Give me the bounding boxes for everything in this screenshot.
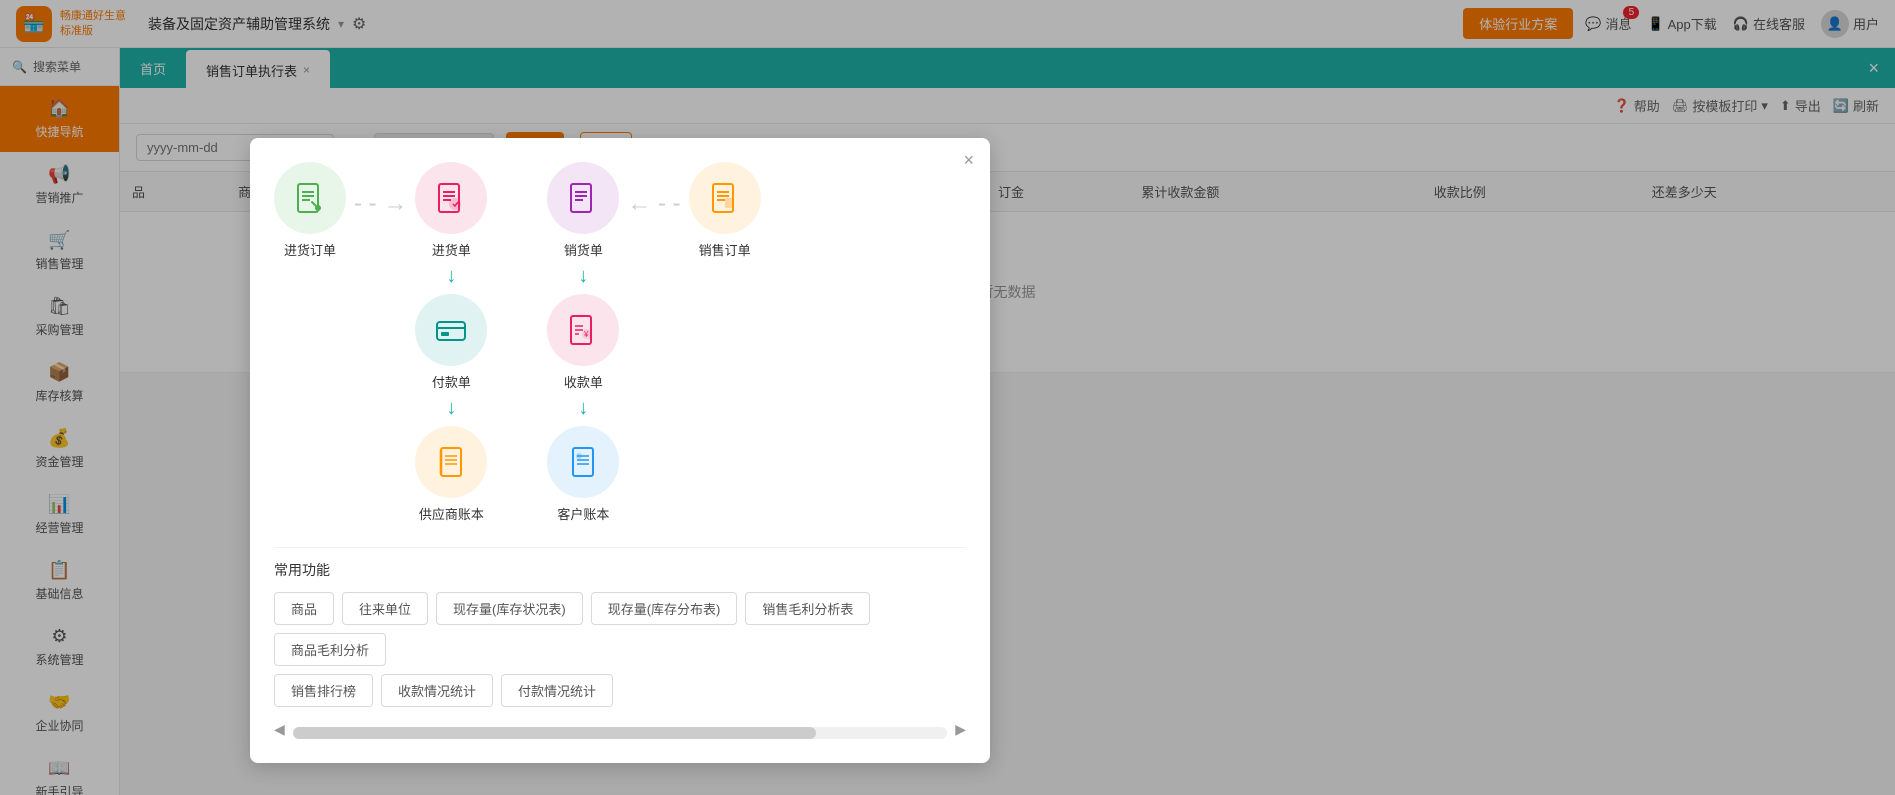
panel-scrollbar-thumb xyxy=(293,727,817,739)
common-functions-title: 常用功能 xyxy=(274,560,966,580)
panel-scrollbar[interactable] xyxy=(293,727,947,739)
flow-node-purchase-order: 进货订单 xyxy=(274,162,346,259)
payment-label: 付款单 xyxy=(432,372,471,391)
func-btn-payment-stat[interactable]: 付款情况统计 xyxy=(501,674,613,707)
supplier-ledger-label: 供应商账本 xyxy=(419,504,484,523)
supplier-ledger-circle xyxy=(415,426,487,498)
func-btn-receipt-stat[interactable]: 收款情况统计 xyxy=(381,674,493,707)
payment-circle xyxy=(415,294,487,366)
scroll-left-arrow[interactable]: ◀ xyxy=(274,721,285,738)
scroll-right-arrow[interactable]: ▶ xyxy=(955,721,966,738)
receipt-label: 收款单 xyxy=(564,372,603,391)
customer-ledger-label: 客户账本 xyxy=(557,504,609,523)
flow-node-supplier-ledger: 供应商账本 xyxy=(415,426,487,523)
sales-bill-label: 销货单 xyxy=(564,240,603,259)
close-panel-button[interactable]: × xyxy=(963,150,974,171)
section-divider xyxy=(274,547,966,548)
func-buttons-row1: 商品 往来单位 现存量(库存状况表) 现存量(库存分布表) 销售毛利分析表 商品… xyxy=(274,592,966,666)
flow-node-sales-bill: 销货单 xyxy=(547,162,619,259)
flow-node-customer-ledger: 客户账本 xyxy=(547,426,619,523)
func-btn-stock-dist[interactable]: 现存量(库存分布表) xyxy=(591,592,738,625)
arrow-h1: - - → xyxy=(346,190,415,218)
purchase-bill-circle xyxy=(415,162,487,234)
customer-ledger-circle xyxy=(547,426,619,498)
sales-bill-circle xyxy=(547,162,619,234)
arrow-v4: ↓ xyxy=(578,397,588,420)
panel-scroll-container: ◀ ▶ xyxy=(274,719,966,739)
flow-node-receipt: ¥ 收款单 xyxy=(547,294,619,391)
func-btn-sales-rank[interactable]: 销售排行榜 xyxy=(274,674,373,707)
purchase-bill-label: 进货单 xyxy=(432,240,471,259)
arrow-v3: ↓ xyxy=(578,265,588,288)
func-btn-product[interactable]: 商品 xyxy=(274,592,334,625)
purchase-order-label: 进货订单 xyxy=(284,240,336,259)
func-btn-product-margin[interactable]: 商品毛利分析 xyxy=(274,633,386,666)
flow-node-payment: 付款单 xyxy=(415,294,487,391)
func-btn-sales-margin[interactable]: 销售毛利分析表 xyxy=(745,592,870,625)
func-btn-unit[interactable]: 往来单位 xyxy=(342,592,428,625)
purchase-order-circle xyxy=(274,162,346,234)
common-functions-section: 常用功能 商品 往来单位 现存量(库存状况表) 现存量(库存分布表) 销售毛利分… xyxy=(274,560,966,707)
arrow-v1: ↓ xyxy=(446,265,456,288)
func-buttons-row2: 销售排行榜 收款情况统计 付款情况统计 xyxy=(274,674,966,707)
flow-chart: 进货订单 - - → 进货单 ↓ xyxy=(274,162,966,523)
flow-col-purchase: 进货单 ↓ 付款单 ↓ xyxy=(415,162,487,523)
sales-order-node-label: 销售订单 xyxy=(699,240,751,259)
quick-guide-panel: × 进货订单 - - → xyxy=(250,138,990,763)
svg-text:¥: ¥ xyxy=(583,330,589,339)
flow-col-sales: 销货单 ↓ ¥ 收款单 ↓ xyxy=(547,162,619,523)
sales-order-circle xyxy=(689,162,761,234)
receipt-circle: ¥ xyxy=(547,294,619,366)
arrow-v2: ↓ xyxy=(446,397,456,420)
arrow-h2: ← - - xyxy=(619,190,688,218)
flow-node-purchase-bill: 进货单 xyxy=(415,162,487,259)
func-btn-stock-status[interactable]: 现存量(库存状况表) xyxy=(436,592,583,625)
flow-node-sales-order: 销售订单 xyxy=(689,162,761,259)
